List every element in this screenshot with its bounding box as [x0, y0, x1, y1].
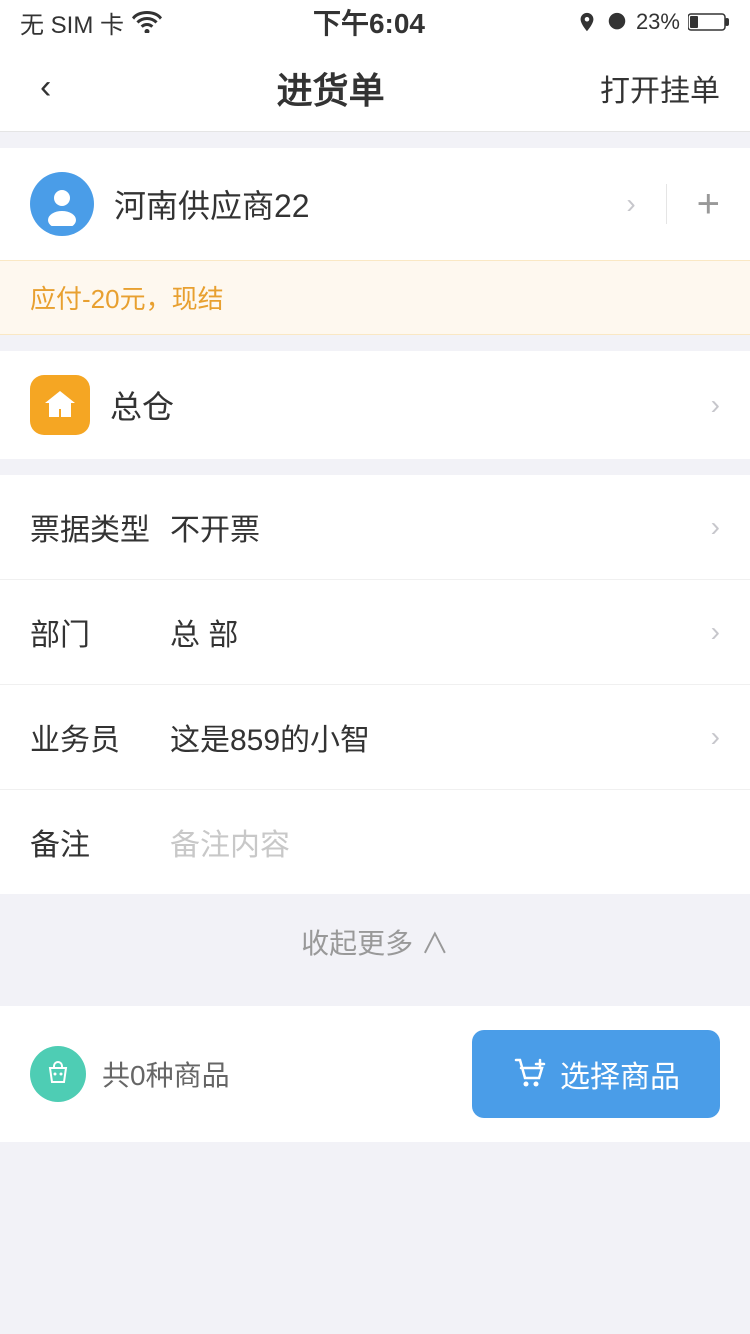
collapse-row[interactable]: 收起更多 ∧: [0, 894, 750, 990]
form-card: 票据类型 不开票 › 部门 总 部 › 业务员 这是859的小智 › 备注 备注…: [0, 475, 750, 894]
status-right: 23%: [576, 9, 730, 35]
department-label: 部门: [30, 610, 170, 654]
ticket-type-chevron-icon: ›: [711, 511, 720, 543]
salesman-chevron-icon: ›: [711, 721, 720, 753]
ticket-type-row[interactable]: 票据类型 不开票 ›: [0, 475, 750, 580]
department-row[interactable]: 部门 总 部 ›: [0, 580, 750, 685]
back-button[interactable]: ‹: [30, 58, 61, 117]
product-count-wrap: 共0种商品: [30, 1046, 230, 1102]
nav-bar: ‹ 进货单 打开挂单: [0, 44, 750, 132]
vertical-divider: [666, 184, 667, 224]
remark-row[interactable]: 备注 备注内容: [0, 790, 750, 894]
warehouse-card[interactable]: 总仓 ›: [0, 351, 750, 459]
product-count-label: 共0种商品: [102, 1054, 230, 1094]
warehouse-icon-wrap: [30, 375, 90, 435]
supplier-card: 河南供应商22 › + 应付-20元，现结: [0, 148, 750, 335]
warehouse-chevron-icon: ›: [711, 389, 720, 421]
add-supplier-icon[interactable]: +: [697, 182, 720, 227]
select-product-label: 选择商品: [560, 1052, 680, 1096]
status-bar: 无 SIM 卡 下午6:04 23%: [0, 0, 750, 44]
salesman-label: 业务员: [30, 715, 170, 759]
remark-input[interactable]: 备注内容: [170, 820, 720, 864]
alarm-icon: [606, 11, 628, 33]
department-value: 总 部: [170, 610, 711, 654]
content-area: 河南供应商22 › + 应付-20元，现结 总仓 › 票据类型: [0, 148, 750, 1142]
bottom-bar: 共0种商品 选择商品: [0, 1006, 750, 1142]
supplier-avatar: [30, 172, 94, 236]
status-time: 下午6:04: [313, 2, 425, 42]
warehouse-icon: [42, 387, 78, 423]
department-chevron-icon: ›: [711, 616, 720, 648]
battery-percent: 23%: [636, 9, 680, 35]
notice-banner: 应付-20元，现结: [0, 260, 750, 335]
ticket-type-label: 票据类型: [30, 505, 170, 549]
remark-label: 备注: [30, 820, 170, 864]
battery-icon: [688, 11, 730, 33]
wifi-icon: [132, 11, 162, 33]
supplier-name: 河南供应商22: [114, 181, 626, 227]
product-icon-wrap: [30, 1046, 86, 1102]
status-left: 无 SIM 卡: [20, 5, 162, 40]
cart-plus-icon: [512, 1056, 548, 1092]
page-title: 进货单: [277, 62, 385, 114]
warehouse-row[interactable]: 总仓 ›: [0, 351, 750, 459]
supplier-actions: › +: [626, 182, 720, 227]
sim-status: 无 SIM 卡: [20, 5, 124, 40]
supplier-row[interactable]: 河南供应商22 › +: [0, 148, 750, 260]
open-pending-button[interactable]: 打开挂单: [600, 66, 720, 110]
warehouse-name: 总仓: [110, 382, 711, 428]
salesman-row[interactable]: 业务员 这是859的小智 ›: [0, 685, 750, 790]
product-bag-icon: [42, 1058, 74, 1090]
avatar-icon: [40, 182, 84, 226]
select-product-button[interactable]: 选择商品: [472, 1030, 720, 1118]
salesman-value: 这是859的小智: [170, 715, 711, 759]
location-icon: [576, 11, 598, 33]
supplier-chevron-icon: ›: [626, 188, 635, 220]
ticket-type-value: 不开票: [170, 505, 711, 549]
